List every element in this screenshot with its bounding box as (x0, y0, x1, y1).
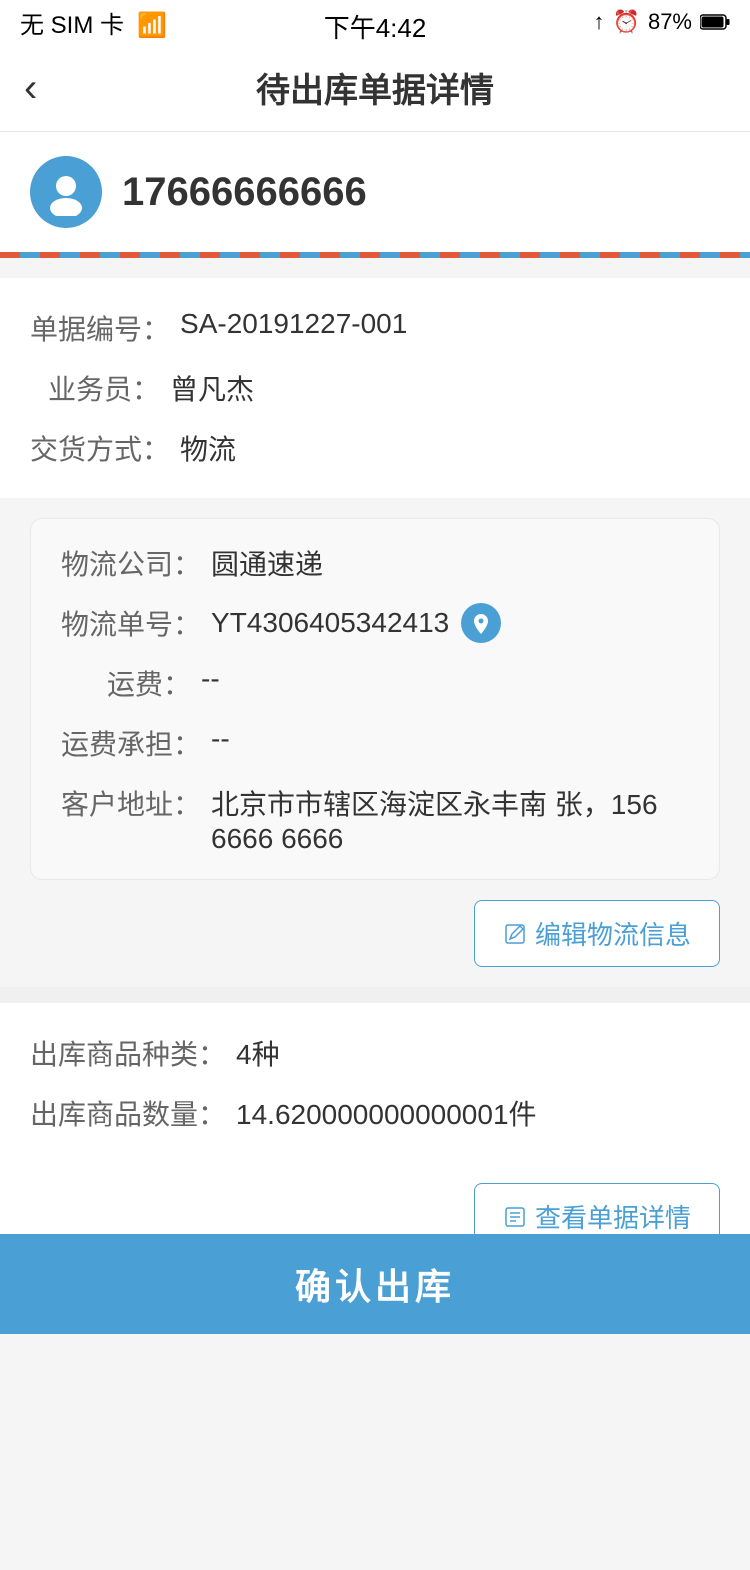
list-icon (503, 1205, 527, 1229)
logistics-company-row: 物流公司： 圆通速递 (61, 543, 689, 583)
tracking-value: YT4306405342413 (211, 603, 689, 643)
edit-logistics-button[interactable]: 编辑物流信息 (474, 900, 720, 967)
edit-logistics-label: 编辑物流信息 (535, 915, 691, 952)
freight-label: 运费： (61, 663, 191, 703)
battery-icon (700, 14, 730, 30)
sales-person-value: 曾凡杰 (170, 368, 720, 408)
view-details-label: 查看单据详情 (535, 1198, 691, 1235)
delivery-method-label: 交货方式： (30, 428, 170, 468)
avatar (30, 156, 102, 228)
logistics-card: 物流公司： 圆通速递 物流单号： YT4306405342413 运费： -- (30, 518, 720, 880)
order-no-row: 单据编号： SA-20191227-001 (30, 308, 720, 348)
status-network: 无 SIM 卡 📶 (20, 5, 167, 40)
dash-divider (0, 252, 750, 258)
freight-row: 运费： -- (61, 663, 689, 703)
goods-type-row: 出库商品种类： 4种 (30, 1033, 720, 1073)
edit-logistics-container: 编辑物流信息 (0, 900, 750, 967)
tracking-number: YT4306405342413 (211, 607, 449, 639)
address-row: 客户地址： 北京市市辖区海淀区永丰南 张，156 6666 6666 (61, 783, 689, 855)
confirm-button-label: 确认出库 (295, 1258, 455, 1310)
address-label: 客户地址： (61, 783, 201, 823)
order-no-value: SA-20191227-001 (180, 308, 720, 340)
confirm-button[interactable]: 确认出库 (0, 1234, 750, 1334)
address-value: 北京市市辖区海淀区永丰南 张，156 6666 6666 (211, 783, 689, 855)
user-phone: 17666666666 (122, 170, 367, 215)
goods-quantity-value: 14.620000000000001件 (236, 1093, 537, 1133)
status-indicators: ↑ ⏰ 87% (594, 9, 730, 35)
sales-person-row: 业务员： 曾凡杰 (30, 368, 720, 408)
goods-quantity-label: 出库商品数量： (30, 1093, 226, 1133)
goods-type-label: 出库商品种类： (30, 1033, 226, 1073)
order-info-section: 单据编号： SA-20191227-001 业务员： 曾凡杰 交货方式： 物流 (0, 278, 750, 498)
status-time: 下午4:42 (324, 8, 427, 45)
goods-section: 出库商品种类： 4种 出库商品数量： 14.620000000000001件 (0, 1003, 750, 1163)
delivery-method-value: 物流 (180, 428, 720, 468)
tracking-label: 物流单号： (61, 603, 201, 643)
logistics-company-value: 圆通速递 (211, 543, 689, 583)
sales-person-label: 业务员： (30, 368, 160, 408)
goods-quantity-row: 出库商品数量： 14.620000000000001件 (30, 1093, 720, 1133)
goods-type-value: 4种 (236, 1033, 280, 1073)
freight-value: -- (201, 663, 689, 695)
section-divider (0, 987, 750, 1003)
order-no-label: 单据编号： (30, 308, 170, 348)
back-button[interactable]: ‹ (24, 68, 37, 108)
page-title: 待出库单据详情 (256, 63, 494, 112)
logistics-company-label: 物流公司： (61, 543, 201, 583)
battery-text: 87% (648, 9, 692, 35)
alarm-indicator: ⏰ (613, 9, 640, 35)
edit-icon (503, 922, 527, 946)
nav-bar: ‹ 待出库单据详情 (0, 44, 750, 132)
freight-bearer-value: -- (211, 723, 689, 755)
track-location-button[interactable] (461, 603, 501, 643)
freight-bearer-row: 运费承担： -- (61, 723, 689, 763)
user-header: 17666666666 (0, 132, 750, 252)
delivery-method-row: 交货方式： 物流 (30, 428, 720, 468)
status-bar: 无 SIM 卡 📶 下午4:42 ↑ ⏰ 87% (0, 0, 750, 44)
freight-bearer-label: 运费承担： (61, 723, 201, 763)
tracking-row: 物流单号： YT4306405342413 (61, 603, 689, 643)
location-indicator: ↑ (594, 9, 605, 35)
